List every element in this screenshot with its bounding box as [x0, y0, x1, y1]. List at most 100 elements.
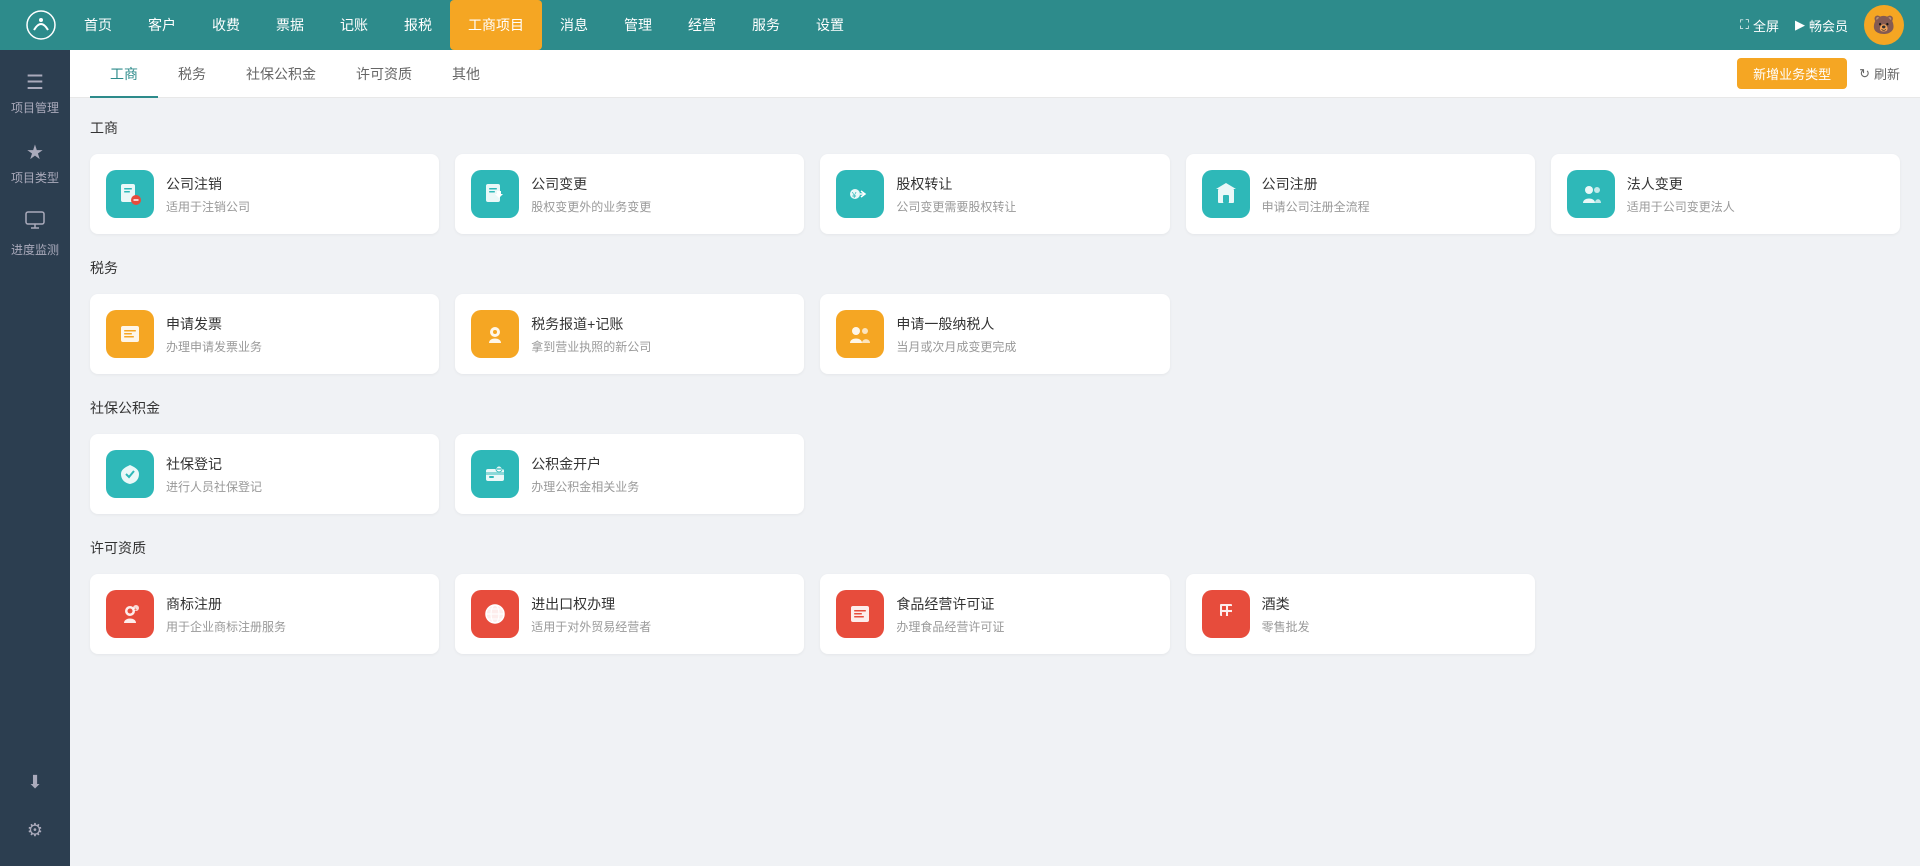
card-trademark[interactable]: + 商标注册 用于企业商标注册服务 [90, 574, 439, 654]
card-text: 公司注册 申请公司注册全流程 [1262, 174, 1370, 215]
section-title-shebao: 社保公积金 [90, 398, 1900, 418]
nav-industry[interactable]: 工商项目 [450, 0, 542, 50]
fullscreen-btn[interactable]: ⛶ 全屏 [1740, 16, 1779, 35]
card-general-taxpayer[interactable]: 申请一般纳税人 当月或次月成变更完成 [820, 294, 1169, 374]
settings-icon-btn[interactable]: ⚙ [15, 810, 55, 850]
refresh-icon: ↻ [1859, 66, 1870, 82]
card-title: 进出口权办理 [531, 594, 651, 614]
card-company-register[interactable]: 公司注册 申请公司注册全流程 [1186, 154, 1535, 234]
nav-menu: 首页 客户 收费 票据 记账 报税 工商项目 消息 管理 经营 服务 设置 [66, 0, 1740, 50]
card-title: 税务报道+记账 [531, 314, 651, 334]
invoice-icon [106, 310, 154, 358]
section-title-shuiwu: 税务 [90, 258, 1900, 278]
tab-other[interactable]: 其他 [432, 50, 500, 98]
card-title: 公司注册 [1262, 174, 1370, 194]
content-area: 工商 税务 社保公积金 许可资质 其他 新增业务类型 ↻ 刷新 工商 [70, 50, 1920, 866]
card-text: 申请一般纳税人 当月或次月成变更完成 [896, 314, 1016, 355]
card-desc: 拿到营业执照的新公司 [531, 338, 651, 355]
alcohol-icon [1202, 590, 1250, 638]
section-shebao: 社保公积金 社保登记 进行人员社保登记 [90, 398, 1900, 514]
card-text: 税务报道+记账 拿到营业执照的新公司 [531, 314, 651, 355]
card-equity-transfer[interactable]: ¥ 股权转让 公司变更需要股权转让 [820, 154, 1169, 234]
fullscreen-icon: ⛶ [1740, 17, 1749, 33]
company-change-icon [471, 170, 519, 218]
mascot-avatar: 🐻 [1864, 5, 1904, 45]
top-nav-right: ⛶ 全屏 ▶ 畅会员 🐻 [1740, 5, 1904, 45]
download-icon-btn[interactable]: ⬇ [15, 762, 55, 802]
card-provident-fund[interactable]: 公积金开户 办理公积金相关业务 [455, 434, 804, 514]
company-register-icon [1202, 170, 1250, 218]
card-desc: 适用于注销公司 [166, 198, 250, 215]
card-legal-change[interactable]: 法人变更 适用于公司变更法人 [1551, 154, 1900, 234]
card-text: 社保登记 进行人员社保登记 [166, 454, 262, 495]
tab-shebao[interactable]: 社保公积金 [226, 50, 336, 98]
card-alcohol[interactable]: 酒类 零售批发 [1186, 574, 1535, 654]
sidebar-item-project-manage[interactable]: ☰ 项目管理 [0, 58, 70, 128]
card-social-insurance[interactable]: 社保登记 进行人员社保登记 [90, 434, 439, 514]
card-text: 进出口权办理 适用于对外贸易经营者 [531, 594, 651, 635]
list-icon: ☰ [26, 70, 44, 95]
main-layout: ☰ 项目管理 ★ 项目类型 进度监测 ⬇ ⚙ 工商 税务 [0, 50, 1920, 866]
sidebar-item-project-type[interactable]: ★ 项目类型 [0, 128, 70, 198]
shuiwu-cards-grid: 申请发票 办理申请发票业务 税务 [90, 294, 1900, 374]
card-title: 公司注销 [166, 174, 250, 194]
nav-manage[interactable]: 管理 [606, 0, 670, 50]
card-text: 法人变更 适用于公司变更法人 [1627, 174, 1735, 215]
card-desc: 进行人员社保登记 [166, 478, 262, 495]
nav-fee[interactable]: 收费 [194, 0, 258, 50]
nav-customer[interactable]: 客户 [130, 0, 194, 50]
card-text: 酒类 零售批发 [1262, 594, 1310, 635]
card-text: 商标注册 用于企业商标注册服务 [166, 594, 286, 635]
tab-bar-actions: 新增业务类型 ↻ 刷新 [1737, 58, 1900, 89]
svg-text:+: + [134, 607, 137, 613]
card-desc: 当月或次月成变更完成 [896, 338, 1016, 355]
card-tax-report[interactable]: 税务报道+记账 拿到营业执照的新公司 [455, 294, 804, 374]
tab-xuke[interactable]: 许可资质 [336, 50, 432, 98]
nav-home[interactable]: 首页 [66, 0, 130, 50]
card-company-cancel[interactable]: 公司注销 适用于注销公司 [90, 154, 439, 234]
nav-message[interactable]: 消息 [542, 0, 606, 50]
nav-service[interactable]: 服务 [734, 0, 798, 50]
equity-transfer-icon: ¥ [836, 170, 884, 218]
tab-shuiwu[interactable]: 税务 [158, 50, 226, 98]
legal-change-icon [1567, 170, 1615, 218]
scroll-content[interactable]: 工商 公司注销 [70, 98, 1920, 866]
card-text: 股权转让 公司变更需要股权转让 [896, 174, 1016, 215]
vip-btn[interactable]: ▶ 畅会员 [1795, 16, 1848, 35]
nav-tax[interactable]: 报税 [386, 0, 450, 50]
card-title: 申请一般纳税人 [896, 314, 1016, 334]
nav-settings[interactable]: 设置 [798, 0, 862, 50]
card-title: 股权转让 [896, 174, 1016, 194]
card-import-export[interactable]: 进出口权办理 适用于对外贸易经营者 [455, 574, 804, 654]
nav-bill[interactable]: 票据 [258, 0, 322, 50]
tab-gongshang[interactable]: 工商 [90, 50, 158, 98]
nav-operation[interactable]: 经营 [670, 0, 734, 50]
card-desc: 办理申请发票业务 [166, 338, 262, 355]
sidebar-item-progress[interactable]: 进度监测 [0, 198, 70, 268]
card-desc: 办理食品经营许可证 [896, 618, 1004, 635]
refresh-button[interactable]: ↻ 刷新 [1859, 64, 1900, 83]
shebao-cards-grid: 社保登记 进行人员社保登记 [90, 434, 1900, 514]
app-logo [16, 0, 66, 50]
card-food-license[interactable]: 食品经营许可证 办理食品经营许可证 [820, 574, 1169, 654]
card-desc: 办理公积金相关业务 [531, 478, 639, 495]
card-title: 酒类 [1262, 594, 1310, 614]
card-title: 商标注册 [166, 594, 286, 614]
add-type-button[interactable]: 新增业务类型 [1737, 58, 1847, 89]
nav-accounting[interactable]: 记账 [322, 0, 386, 50]
card-title: 社保登记 [166, 454, 262, 474]
card-text: 食品经营许可证 办理食品经营许可证 [896, 594, 1004, 635]
card-company-change[interactable]: 公司变更 股权变更外的业务变更 [455, 154, 804, 234]
sidebar: ☰ 项目管理 ★ 项目类型 进度监测 ⬇ ⚙ [0, 50, 70, 866]
gongshang-cards-grid: 公司注销 适用于注销公司 [90, 154, 1900, 234]
star-icon: ★ [26, 140, 44, 165]
card-text: 公积金开户 办理公积金相关业务 [531, 454, 639, 495]
top-navigation: 首页 客户 收费 票据 记账 报税 工商项目 消息 管理 经营 服务 设置 ⛶ … [0, 0, 1920, 50]
tax-report-icon [471, 310, 519, 358]
card-title: 食品经营许可证 [896, 594, 1004, 614]
provident-fund-icon [471, 450, 519, 498]
card-text: 公司变更 股权变更外的业务变更 [531, 174, 651, 215]
card-invoice[interactable]: 申请发票 办理申请发票业务 [90, 294, 439, 374]
card-title: 法人变更 [1627, 174, 1735, 194]
company-cancel-icon [106, 170, 154, 218]
